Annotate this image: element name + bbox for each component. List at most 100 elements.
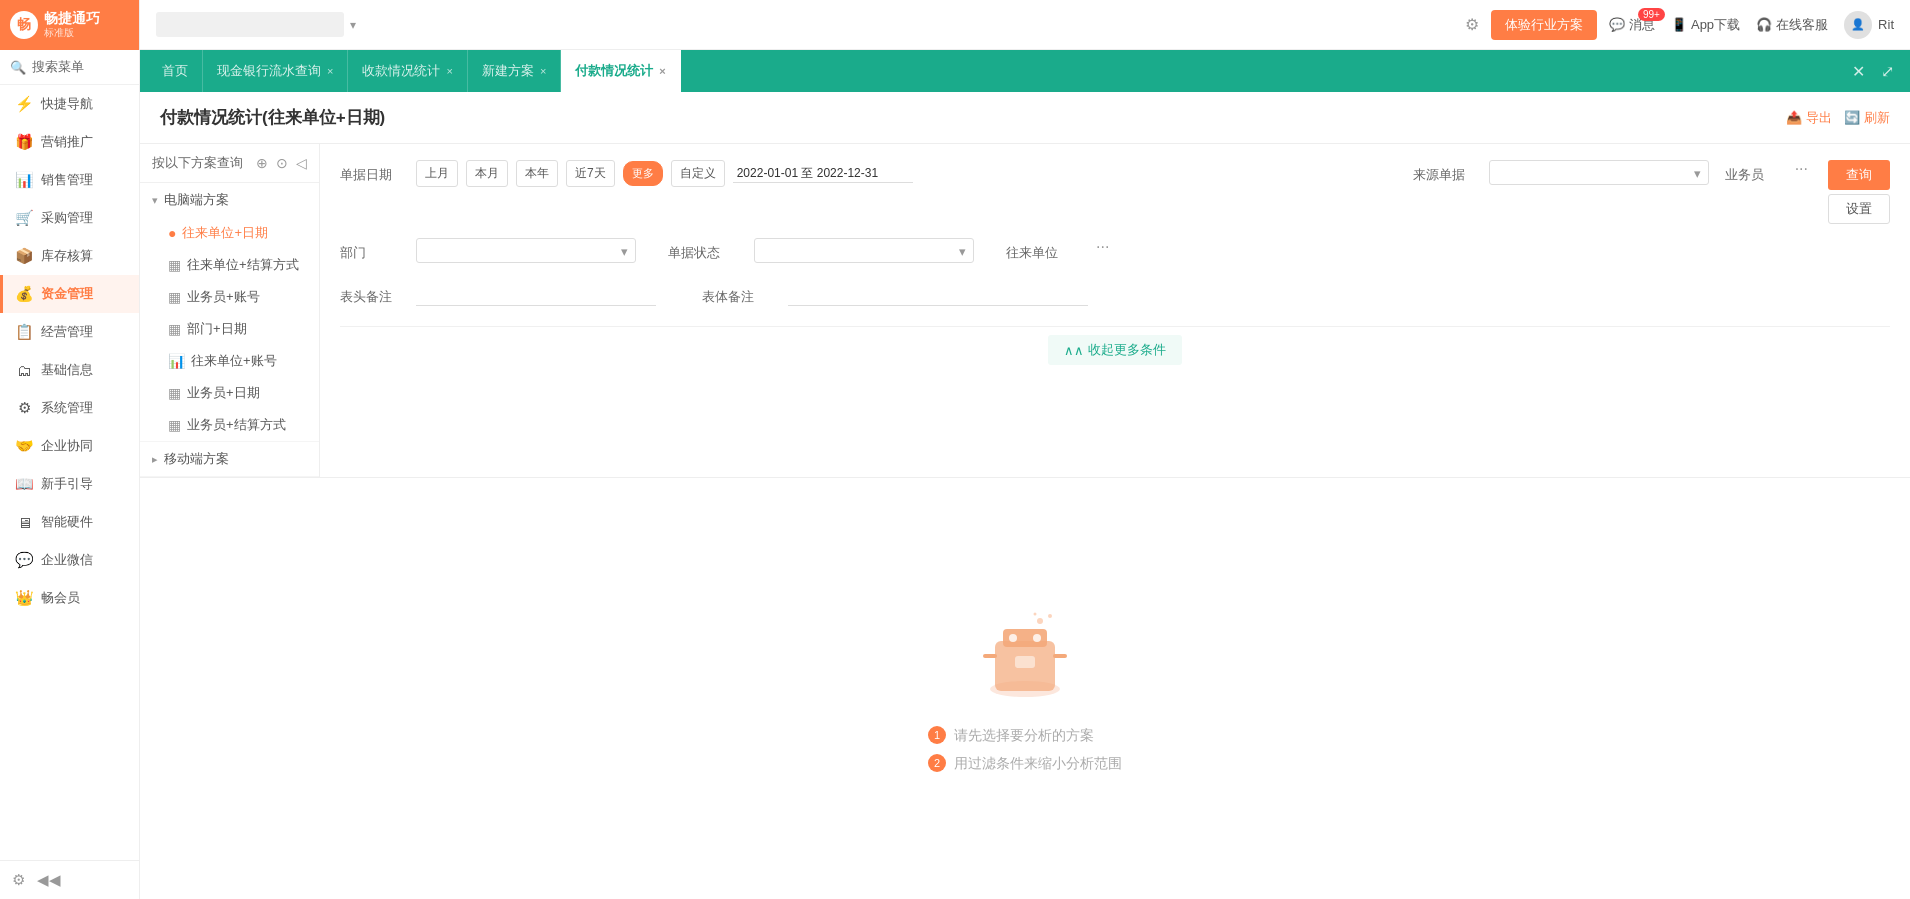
sidebar-item-purchase[interactable]: 🛒 采购管理 bbox=[0, 199, 139, 237]
add-scheme-icon[interactable]: ⊕ bbox=[256, 155, 268, 171]
tab-bank[interactable]: 现金银行流水查询 × bbox=[203, 50, 348, 92]
sidebar-item-label: 系统管理 bbox=[41, 399, 93, 417]
related-party-label: 往来单位 bbox=[1006, 238, 1076, 268]
sidebar-item-label: 经营管理 bbox=[41, 323, 93, 341]
date-7days-btn[interactable]: 近7天 bbox=[566, 160, 615, 187]
svg-point-9 bbox=[1048, 614, 1052, 618]
gear-icon: ⚙ bbox=[15, 399, 33, 417]
app-download-btn[interactable]: 📱 App下载 bbox=[1671, 16, 1740, 34]
tab-label: 现金银行流水查询 bbox=[217, 62, 321, 80]
date-this-year-btn[interactable]: 本年 bbox=[516, 160, 558, 187]
manage-scheme-icon[interactable]: ⊙ bbox=[276, 155, 288, 171]
monitor-icon: 🖥 bbox=[15, 514, 33, 531]
filter-row-1: 单据日期 上月 本月 本年 近7天 更多 自定义 来源单据 bbox=[340, 160, 1890, 224]
date-last-month-btn[interactable]: 上月 bbox=[416, 160, 458, 187]
collapse-scheme-icon[interactable]: ◁ bbox=[296, 155, 307, 171]
date-range-input[interactable] bbox=[733, 164, 913, 183]
chevron-up-icon: ∧∧ bbox=[1064, 343, 1084, 358]
sidebar-item-marketing[interactable]: 🎁 营销推广 bbox=[0, 123, 139, 161]
svg-point-8 bbox=[1037, 618, 1043, 624]
dept-select[interactable] bbox=[416, 238, 636, 263]
sidebar-item-operation[interactable]: 📋 经营管理 bbox=[0, 313, 139, 351]
tab-close-all-icon[interactable]: ✕ bbox=[1844, 62, 1873, 81]
user-menu[interactable]: 👤 Rit bbox=[1844, 11, 1894, 39]
sidebar-item-basic[interactable]: 🗂 基础信息 bbox=[0, 351, 139, 389]
search-icon: 🔍 bbox=[10, 60, 26, 75]
tab-close-icon[interactable]: × bbox=[327, 65, 333, 77]
doc-status-select[interactable] bbox=[754, 238, 974, 263]
scheme-item-label: 业务员+账号 bbox=[187, 288, 260, 306]
tab-receipt-stat[interactable]: 收款情况统计 × bbox=[348, 50, 467, 92]
tab-payment-stat[interactable]: 付款情况统计 × bbox=[561, 50, 680, 92]
scheme-group-mobile-header[interactable]: ▸ 移动端方案 bbox=[140, 442, 319, 476]
filter-area: 单据日期 上月 本月 本年 近7天 更多 自定义 来源单据 bbox=[320, 144, 1910, 477]
sidebar-item-label: 企业协同 bbox=[41, 437, 93, 455]
scheme-item-table-icon: ▦ bbox=[168, 321, 181, 337]
scheme-item-table-icon: ▦ bbox=[168, 257, 181, 273]
sidebar-search[interactable]: 🔍 搜索菜单 bbox=[0, 50, 139, 85]
scheme-item-staff-date[interactable]: ▦ 业务员+日期 bbox=[140, 377, 319, 409]
collapse-more-btn[interactable]: ∧∧ 收起更多条件 bbox=[1048, 335, 1182, 365]
sidebar-item-sales[interactable]: 📊 销售管理 bbox=[0, 161, 139, 199]
date-this-month-btn[interactable]: 本月 bbox=[466, 160, 508, 187]
export-btn[interactable]: 📤 导出 bbox=[1786, 109, 1832, 127]
mobile-icon: 📱 bbox=[1671, 17, 1687, 32]
sidebar-item-enterprise[interactable]: 🤝 企业协同 bbox=[0, 427, 139, 465]
topbar-settings-icon[interactable]: ⚙ bbox=[1465, 15, 1479, 34]
sidebar-item-label: 智能硬件 bbox=[41, 513, 93, 531]
header-note-label: 表头备注 bbox=[340, 282, 400, 312]
sidebar-item-guide[interactable]: 📖 新手引导 bbox=[0, 465, 139, 503]
trial-btn[interactable]: 体验行业方案 bbox=[1491, 10, 1597, 40]
chevron-down-icon[interactable]: ▾ bbox=[350, 18, 356, 32]
scheme-item-dept-date[interactable]: ▦ 部门+日期 bbox=[140, 313, 319, 345]
tab-close-icon[interactable]: × bbox=[446, 65, 452, 77]
scheme-item-related-account[interactable]: 📊 往来单位+账号 bbox=[140, 345, 319, 377]
collapse-bar: ∧∧ 收起更多条件 bbox=[340, 326, 1890, 373]
dept-select-wrapper bbox=[416, 238, 636, 263]
chart-icon: 📊 bbox=[15, 171, 33, 189]
refresh-btn[interactable]: 🔄 刷新 bbox=[1844, 109, 1890, 127]
collapse-sidebar-icon[interactable]: ◀◀ bbox=[37, 871, 61, 889]
source-select[interactable] bbox=[1489, 160, 1709, 185]
online-service-btn[interactable]: 🎧 在线客服 bbox=[1756, 16, 1828, 34]
sidebar-item-hardware[interactable]: 🖥 智能硬件 bbox=[0, 503, 139, 541]
sidebar-item-system[interactable]: ⚙ 系统管理 bbox=[0, 389, 139, 427]
settings-footer-icon[interactable]: ⚙ bbox=[12, 871, 25, 889]
tab-home[interactable]: 首页 bbox=[148, 50, 203, 92]
date-more-btn[interactable]: 更多 bbox=[623, 161, 663, 186]
sidebar-item-member[interactable]: 👑 畅会员 bbox=[0, 579, 139, 617]
scheme-group-pc-header[interactable]: ▾ 电脑端方案 bbox=[140, 183, 319, 217]
date-custom-btn[interactable]: 自定义 bbox=[671, 160, 725, 187]
scheme-item-related-settle[interactable]: ▦ 往来单位+结算方式 bbox=[140, 249, 319, 281]
scheme-item-table-icon: ▦ bbox=[168, 385, 181, 401]
dept-label: 部门 bbox=[340, 238, 400, 268]
empty-tip-2-text: 用过滤条件来缩小分析范围 bbox=[954, 749, 1122, 777]
page-title: 付款情况统计(往来单位+日期) bbox=[160, 106, 385, 129]
scheme-item-label: 往来单位+日期 bbox=[182, 224, 268, 242]
headset-icon: 🎧 bbox=[1756, 17, 1772, 32]
sidebar-item-funds[interactable]: 💰 资金管理 bbox=[0, 275, 139, 313]
tip-num-1: 1 bbox=[928, 726, 946, 744]
tab-close-icon[interactable]: × bbox=[540, 65, 546, 77]
user-name: Rit bbox=[1878, 17, 1894, 32]
sidebar-item-wechat[interactable]: 💬 企业微信 bbox=[0, 541, 139, 579]
related-party-dots-btn[interactable]: ··· bbox=[1092, 238, 1113, 256]
sidebar-item-label: 销售管理 bbox=[41, 171, 93, 189]
header-note-input[interactable] bbox=[416, 282, 656, 306]
avatar: 👤 bbox=[1844, 11, 1872, 39]
scheme-item-related-date[interactable]: ● 往来单位+日期 bbox=[140, 217, 319, 249]
scheme-item-staff-account[interactable]: ▦ 业务员+账号 bbox=[140, 281, 319, 313]
tab-close-icon[interactable]: × bbox=[659, 65, 665, 77]
staff-dots-btn[interactable]: ··· bbox=[1791, 160, 1812, 178]
setting-btn[interactable]: 设置 bbox=[1828, 194, 1890, 224]
sidebar-item-inventory[interactable]: 📦 库存核算 bbox=[0, 237, 139, 275]
message-btn[interactable]: 💬 消息 99+ bbox=[1609, 16, 1655, 34]
query-btn[interactable]: 查询 bbox=[1828, 160, 1890, 190]
sidebar-footer: ⚙ ◀◀ bbox=[0, 860, 139, 899]
scheme-item-staff-settle[interactable]: ▦ 业务员+结算方式 bbox=[140, 409, 319, 441]
body-note-input[interactable] bbox=[788, 282, 1088, 306]
sidebar-item-quick-nav[interactable]: ⚡ 快捷导航 bbox=[0, 85, 139, 123]
tab-new-scheme[interactable]: 新建方案 × bbox=[468, 50, 561, 92]
tab-expand-icon[interactable]: ⤢ bbox=[1873, 62, 1902, 81]
chat-icon: 💬 bbox=[15, 551, 33, 569]
